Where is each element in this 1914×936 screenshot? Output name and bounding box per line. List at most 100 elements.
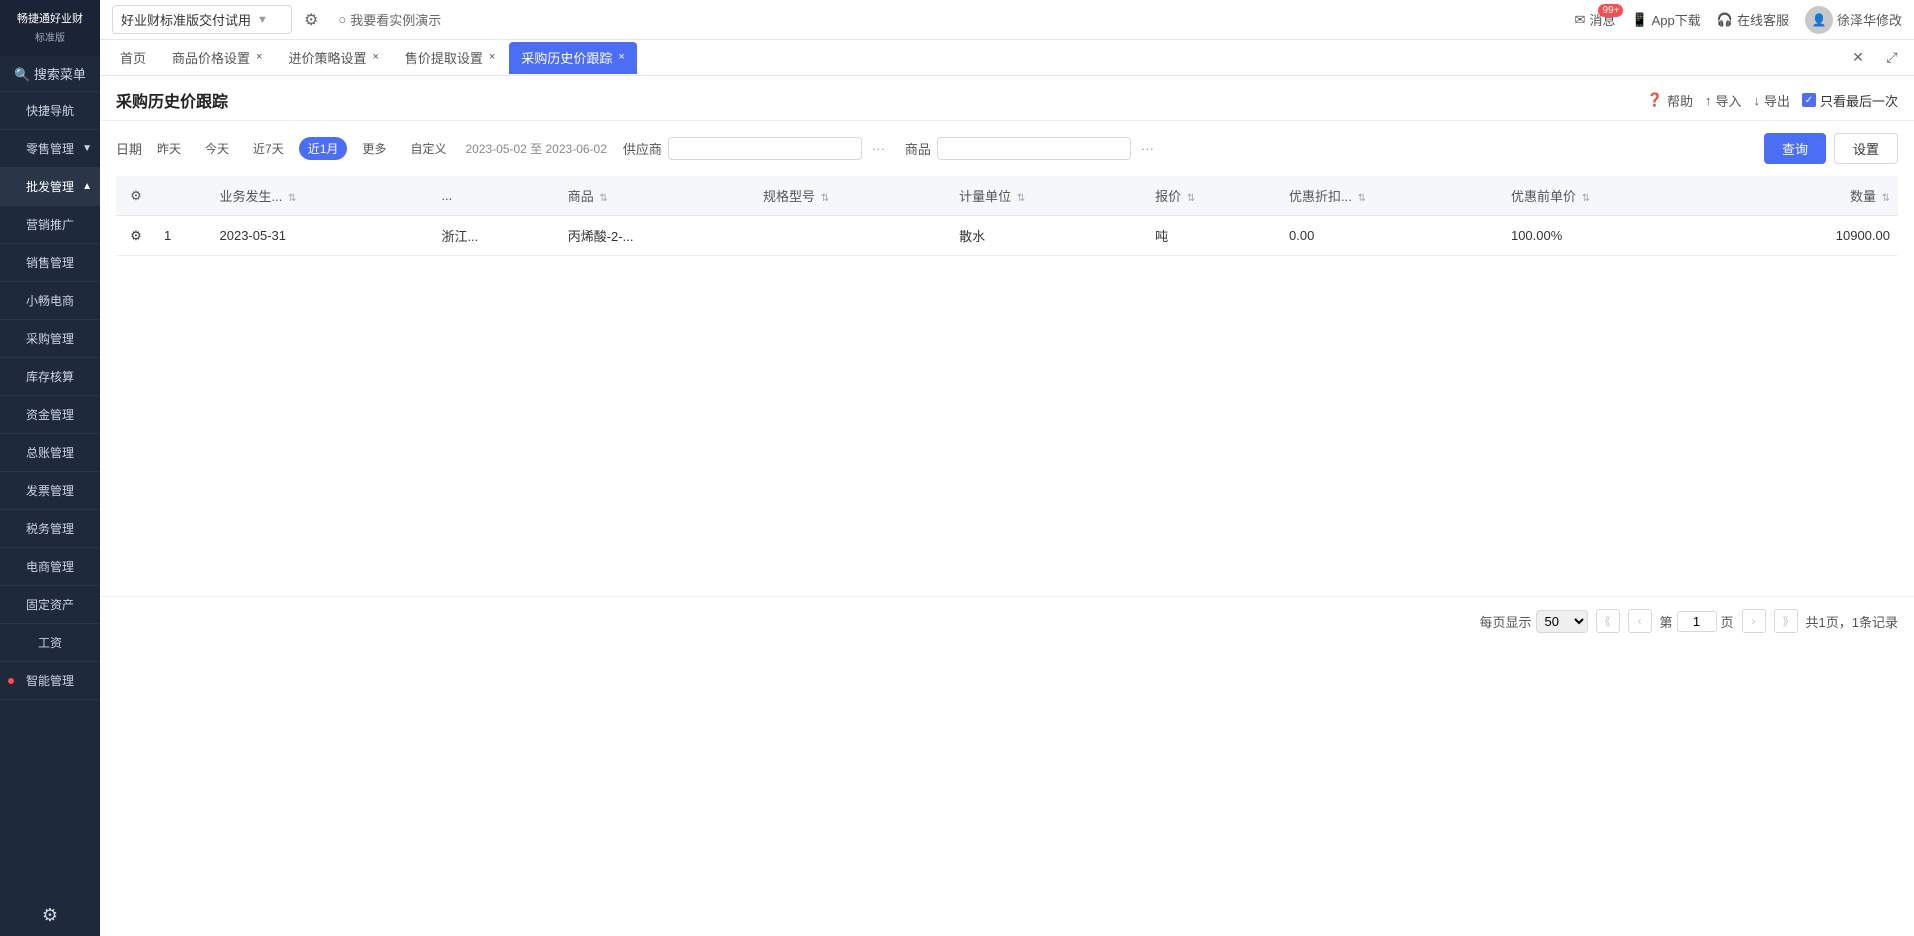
product-input[interactable]: [946, 141, 1122, 156]
selector-text: 好业财标准版交付试用: [121, 10, 251, 29]
sort-icon-discount: ⇅: [1358, 193, 1366, 204]
table-wrap: ⚙ 业务发生... ⇅ ... 商品 ⇅: [100, 176, 1914, 256]
sidebar-item-wholesale[interactable]: 批发管理 ▲: [0, 168, 100, 206]
page-prev-btn[interactable]: ‹: [1628, 609, 1652, 633]
col-date[interactable]: 业务发生... ⇅: [212, 176, 434, 216]
date-btn-custom[interactable]: 自定义: [401, 137, 455, 160]
sidebar-item-smart[interactable]: 智能管理: [0, 662, 100, 700]
product-input-wrap[interactable]: [937, 137, 1131, 160]
col-discount[interactable]: 优惠折扣... ⇅: [1281, 176, 1503, 216]
page-number-input[interactable]: [1677, 611, 1717, 632]
supplier-input[interactable]: [677, 141, 853, 156]
sidebar-item-assets[interactable]: 固定资产: [0, 586, 100, 624]
filter-settings-btn[interactable]: 设置: [1834, 133, 1898, 164]
page-last-btn[interactable]: ⟫: [1774, 609, 1798, 633]
sidebar-item-purchase[interactable]: 采购管理: [0, 320, 100, 358]
only-last-checkbox[interactable]: ✓ 只看最后一次: [1802, 91, 1898, 110]
sidebar-item-tax[interactable]: 税务管理: [0, 510, 100, 548]
tab-close-price-setting[interactable]: ×: [256, 52, 262, 63]
app-icon: 📱: [1631, 12, 1647, 28]
sidebar-item-ledger[interactable]: 总账管理: [0, 434, 100, 472]
sidebar-item-finance[interactable]: 资金管理: [0, 396, 100, 434]
app-download-btn[interactable]: 📱 App下载: [1631, 10, 1700, 29]
tab-close-current-btn[interactable]: ✕: [1844, 44, 1872, 72]
tab-close-procurement-strategy[interactable]: ×: [372, 52, 378, 63]
date-btn-yesterday[interactable]: 昨天: [148, 137, 190, 160]
sidebar-item-inventory[interactable]: 库存核算: [0, 358, 100, 396]
tab-close-sale-price[interactable]: ×: [489, 52, 495, 63]
col-spec[interactable]: 规格型号 ⇅: [755, 176, 951, 216]
row-gear-cell[interactable]: ⚙: [116, 216, 156, 256]
user-menu[interactable]: 👤 徐泽华修改: [1805, 6, 1902, 34]
col-pre-discount-price[interactable]: 优惠前单价 ⇅: [1503, 176, 1730, 216]
row-discount: 100.00%: [1503, 216, 1730, 256]
sidebar-settings-btn[interactable]: ⚙: [0, 895, 100, 936]
col-unit[interactable]: 计量单位 ⇅: [951, 176, 1147, 216]
tab-close-history-price[interactable]: ×: [618, 52, 624, 63]
row-pre-discount-price: 10900.00: [1730, 216, 1898, 256]
col-product-label: 商品: [568, 189, 594, 204]
col-more[interactable]: ...: [433, 176, 559, 216]
date-btn-7days[interactable]: 近7天: [244, 137, 293, 160]
date-btn-more[interactable]: 更多: [353, 137, 395, 160]
tab-fullscreen-btn[interactable]: ⤢: [1878, 44, 1906, 72]
selector-arrow-icon: ▼: [257, 14, 268, 26]
page-header: 采购历史价跟踪 ❓ 帮助 ↑ 导入 ↓ 导出 ✓: [100, 76, 1914, 121]
sidebar-item-retail[interactable]: 零售管理 ▼: [0, 130, 100, 168]
messages-btn[interactable]: ✉ 消息 99+: [1575, 10, 1616, 29]
topbar-right: ✉ 消息 99+ 📱 App下载 🎧 在线客服 👤 徐泽华修改: [1575, 6, 1902, 34]
sidebar-item-ecommerce-small[interactable]: 小畅电商: [0, 282, 100, 320]
date-btn-today[interactable]: 今天: [196, 137, 238, 160]
sidebar-item-salary[interactable]: 工资: [0, 624, 100, 662]
sort-icon-quantity: ⇅: [1882, 193, 1890, 204]
tab-history-price[interactable]: 采购历史价跟踪 ×: [509, 42, 636, 74]
supplier-more-icon[interactable]: ···: [868, 141, 889, 156]
page-input-group: 第 页: [1660, 611, 1734, 632]
sidebar-item-marketing[interactable]: 营销推广: [0, 206, 100, 244]
sidebar-search[interactable]: 🔍 搜索菜单: [0, 56, 100, 92]
sort-icon-unit: ⇅: [1017, 193, 1025, 204]
help-btn[interactable]: ❓ 帮助: [1647, 91, 1693, 110]
page-first-btn[interactable]: ⟪: [1596, 609, 1620, 633]
sidebar-item-label-purchase: 采购管理: [26, 330, 74, 347]
date-range-text: 2023-05-02 至 2023-06-02: [465, 140, 606, 157]
page-next-btn[interactable]: ›: [1742, 609, 1766, 633]
sidebar-item-invoice[interactable]: 发票管理: [0, 472, 100, 510]
tab-procurement-strategy[interactable]: 进价策略设置 ×: [276, 42, 390, 74]
topbar-gear-btn[interactable]: ⚙: [300, 6, 322, 34]
help-label: 帮助: [1667, 91, 1693, 110]
per-page-dropdown[interactable]: 50 100 200: [1536, 610, 1588, 633]
sidebar-item-ecommerce[interactable]: 电商管理: [0, 548, 100, 586]
sidebar-item-label-wholesale: 批发管理: [26, 178, 74, 195]
col-gear[interactable]: ⚙: [116, 176, 156, 216]
content-area: 采购历史价跟踪 ❓ 帮助 ↑ 导入 ↓ 导出 ✓: [100, 76, 1914, 936]
tab-label-price-setting: 商品价格设置: [172, 48, 250, 67]
export-btn[interactable]: ↓ 导出: [1753, 91, 1790, 110]
tab-sale-price[interactable]: 售价提取设置 ×: [393, 42, 507, 74]
row-seq: 1: [156, 216, 212, 256]
supplier-input-wrap[interactable]: [668, 137, 862, 160]
sidebar-item-sales[interactable]: 销售管理: [0, 244, 100, 282]
data-table: ⚙ 业务发生... ⇅ ... 商品 ⇅: [116, 176, 1898, 256]
tab-price-setting[interactable]: 商品价格设置 ×: [160, 42, 274, 74]
query-btn[interactable]: 查询: [1764, 133, 1826, 164]
tab-label-history-price: 采购历史价跟踪: [521, 48, 612, 67]
sidebar-item-quick-nav[interactable]: 快捷导航: [0, 92, 100, 130]
col-quantity[interactable]: 数量 ⇅: [1730, 176, 1898, 216]
total-info: 共1页，1条记录: [1806, 612, 1898, 631]
col-price[interactable]: 报价 ⇅: [1147, 176, 1281, 216]
demo-btn[interactable]: ○ 我要看实例演示: [338, 10, 441, 29]
sidebar-item-label-ledger: 总账管理: [26, 444, 74, 461]
sidebar: 畅捷通好业财 标准版 🔍 搜索菜单 快捷导航 零售管理 ▼ 批发管理 ▲ 营销推…: [0, 0, 100, 936]
import-btn[interactable]: ↑ 导入: [1705, 91, 1742, 110]
col-product[interactable]: 商品 ⇅: [560, 176, 755, 216]
page-header-actions: ❓ 帮助 ↑ 导入 ↓ 导出 ✓ 只看最后一次: [1647, 91, 1898, 110]
content-inner: 采购历史价跟踪 ❓ 帮助 ↑ 导入 ↓ 导出 ✓: [100, 76, 1914, 936]
date-btn-1month[interactable]: 近1月: [299, 137, 348, 160]
tab-home[interactable]: 首页: [108, 42, 158, 74]
product-more-icon[interactable]: ···: [1137, 141, 1158, 156]
product-selector[interactable]: 好业财标准版交付试用 ▼: [112, 5, 292, 34]
col-price-label: 报价: [1155, 189, 1181, 204]
online-service-btn[interactable]: 🎧 在线客服: [1717, 10, 1789, 29]
user-name: 徐泽华修改: [1837, 10, 1902, 29]
